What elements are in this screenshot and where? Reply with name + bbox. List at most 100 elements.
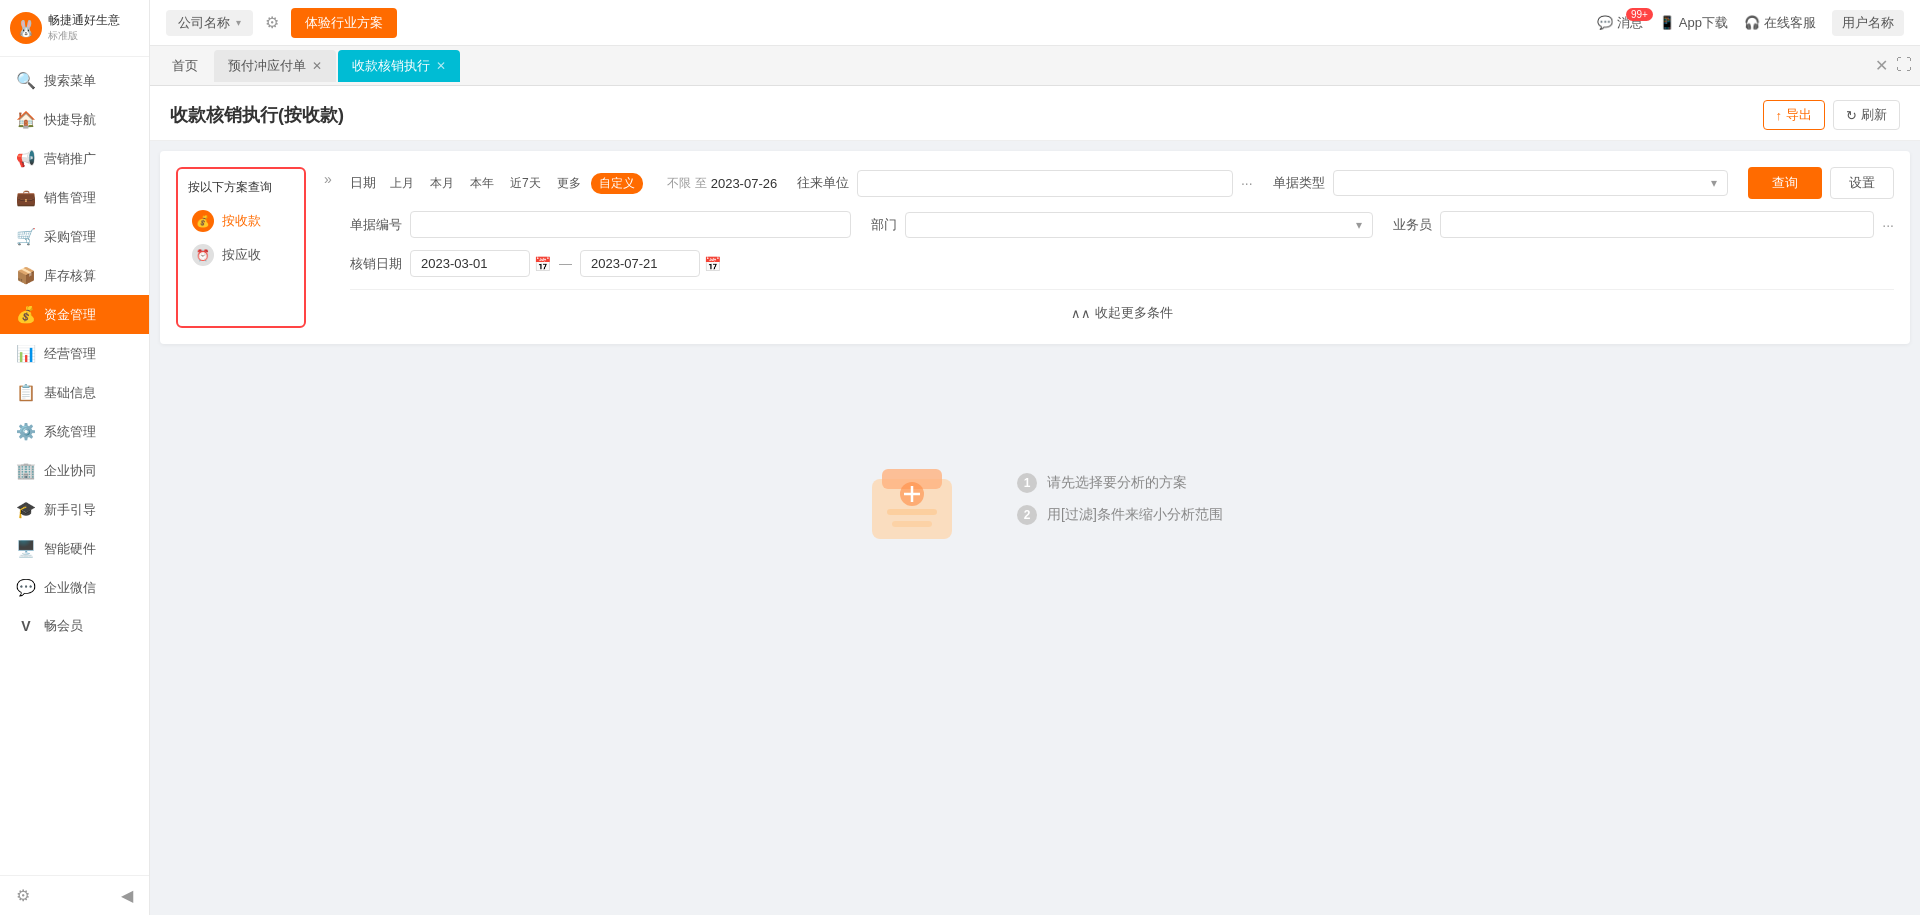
sidebar-item-sales[interactable]: 💼 销售管理 <box>0 178 149 217</box>
sidebar-item-marketing[interactable]: 📢 营销推广 <box>0 139 149 178</box>
sidebar-item-operation[interactable]: 📊 经营管理 <box>0 334 149 373</box>
logo-text-group: 畅捷通好生意 标准版 <box>48 13 120 43</box>
filter-panel: 按以下方案查询 💰 按收款 ⏰ 按应收 <box>176 167 306 328</box>
sidebar-item-wechat[interactable]: 💬 企业微信 <box>0 568 149 607</box>
date-nolimit-label: 不限 <box>667 175 691 192</box>
sidebar-item-basic[interactable]: 📋 基础信息 <box>0 373 149 412</box>
marketing-icon: 📢 <box>16 149 36 168</box>
sidebar-item-member[interactable]: V 畅会员 <box>0 607 149 645</box>
filter-form: 日期 上月 本月 本年 近7天 更多 自定义 不限 至 2023 <box>350 167 1894 328</box>
settings-bottom-icon[interactable]: ⚙ <box>16 886 30 905</box>
page-header: 收款核销执行(按收款) ↑ 导出 ↻ 刷新 <box>150 86 1920 141</box>
refresh-icon: ↻ <box>1846 108 1857 123</box>
tab-expand-icon[interactable]: ⛶ <box>1896 56 1912 75</box>
page-title: 收款核销执行(按收款) <box>170 103 344 127</box>
hardware-icon: 🖥️ <box>16 539 36 558</box>
sidebar-label-sales: 销售管理 <box>44 189 96 207</box>
sales-icon: 💼 <box>16 188 36 207</box>
export-label: 导出 <box>1786 106 1812 124</box>
svg-rect-6 <box>892 521 932 527</box>
collapse-filter-panel-btn[interactable]: » <box>318 167 338 328</box>
empty-step-1: 1 请先选择要分析的方案 <box>1017 473 1223 493</box>
filter-option-by-receipt[interactable]: 💰 按收款 <box>188 204 294 238</box>
topbar-right: 💬 消息 99+ 📱 App下载 🎧 在线客服 用户名称 <box>1597 10 1904 36</box>
online-service-btn[interactable]: 🎧 在线客服 <box>1744 14 1816 32</box>
tab-prepay[interactable]: 预付冲应付单 ✕ <box>214 50 336 82</box>
bill-type-label: 单据类型 <box>1273 174 1325 192</box>
chevron-down-icon: ▾ <box>236 17 241 28</box>
filter-option-by-receivable[interactable]: ⏰ 按应收 <box>188 238 294 272</box>
sidebar: 🐰 畅捷通好生意 标准版 🔍 搜索菜单 🏠 快捷导航 📢 营销推广 💼 销售管理… <box>0 0 150 915</box>
counterpart-label: 往来单位 <box>797 174 849 192</box>
query-actions: 查询 设置 <box>1748 167 1894 199</box>
sidebar-item-finance[interactable]: 💰 资金管理 <box>0 295 149 334</box>
sidebar-item-system[interactable]: ⚙️ 系统管理 <box>0 412 149 451</box>
date-custom-btn[interactable]: 自定义 <box>591 173 643 194</box>
company-selector[interactable]: 公司名称 ▾ <box>166 10 253 36</box>
writeoff-date-to-group: 📅 <box>580 250 721 277</box>
sidebar-item-hardware[interactable]: 🖥️ 智能硬件 <box>0 529 149 568</box>
sidebar-label-guide: 新手引导 <box>44 501 96 519</box>
sidebar-item-purchase[interactable]: 🛒 采购管理 <box>0 217 149 256</box>
chevron-up-icon: ∧∧ <box>1071 306 1091 321</box>
empty-text: 1 请先选择要分析的方案 2 用[过滤]条件来缩小分析范围 <box>1017 473 1223 525</box>
export-button[interactable]: ↑ 导出 <box>1763 100 1826 130</box>
bill-type-select[interactable]: ▾ <box>1333 170 1728 196</box>
tab-home[interactable]: 首页 <box>158 50 212 82</box>
receivable-icon: ⏰ <box>192 244 214 266</box>
chevron-down-bill-type: ▾ <box>1711 176 1717 190</box>
logo-badge: 标准版 <box>48 29 120 43</box>
date-more-btn[interactable]: 更多 <box>551 173 587 194</box>
sidebar-item-guide[interactable]: 🎓 新手引导 <box>0 490 149 529</box>
industry-btn[interactable]: 体验行业方案 <box>291 8 397 38</box>
counterpart-input[interactable] <box>857 170 1233 197</box>
collapse-more-btn[interactable]: ∧∧ 收起更多条件 <box>1071 298 1173 328</box>
date-to-value: 2023-07-26 <box>711 176 778 191</box>
setting-button[interactable]: 设置 <box>1830 167 1894 199</box>
user-menu[interactable]: 用户名称 <box>1832 10 1904 36</box>
tab-receipt-writeoff[interactable]: 收款核销执行 ✕ <box>338 50 460 82</box>
date-7days-btn[interactable]: 近7天 <box>504 173 547 194</box>
filter-area: 按以下方案查询 💰 按收款 ⏰ 按应收 » 日期 <box>160 151 1910 344</box>
empty-step-2: 2 用[过滤]条件来缩小分析范围 <box>1017 505 1223 525</box>
query-button[interactable]: 查询 <box>1748 167 1822 199</box>
export-icon: ↑ <box>1776 108 1783 123</box>
sidebar-item-search[interactable]: 🔍 搜索菜单 <box>0 61 149 100</box>
sidebar-item-enterprise[interactable]: 🏢 企业协同 <box>0 451 149 490</box>
tab-receipt-writeoff-close-icon[interactable]: ✕ <box>436 59 446 73</box>
refresh-button[interactable]: ↻ 刷新 <box>1833 100 1900 130</box>
app-download-btn[interactable]: 📱 App下载 <box>1659 14 1728 32</box>
staff-more-icon[interactable]: ··· <box>1882 217 1894 233</box>
date-range-dash: — <box>559 256 572 271</box>
dept-select[interactable]: ▾ <box>905 212 1372 238</box>
writeoff-date-from-input[interactable] <box>410 250 530 277</box>
page-content: 收款核销执行(按收款) ↑ 导出 ↻ 刷新 按以下方案查询 💰 按收款 <box>150 86 1920 915</box>
counterpart-more-icon[interactable]: ··· <box>1241 175 1253 191</box>
refresh-label: 刷新 <box>1861 106 1887 124</box>
bill-no-input[interactable] <box>410 211 851 238</box>
staff-label: 业务员 <box>1393 216 1432 234</box>
search-icon: 🔍 <box>16 71 36 90</box>
writeoff-date-to-input[interactable] <box>580 250 700 277</box>
empty-illustration <box>847 434 977 564</box>
wechat-icon: 💬 <box>16 578 36 597</box>
calendar-to-icon[interactable]: 📅 <box>704 256 721 272</box>
system-icon: ⚙️ <box>16 422 36 441</box>
collapse-sidebar-icon[interactable]: ◀ <box>121 886 133 905</box>
date-this-year-btn[interactable]: 本年 <box>464 173 500 194</box>
writeoff-date-label: 核销日期 <box>350 255 402 273</box>
tab-prepay-close-icon[interactable]: ✕ <box>312 59 322 73</box>
date-this-month-btn[interactable]: 本月 <box>424 173 460 194</box>
tab-close-all-icon[interactable]: ✕ <box>1875 56 1888 75</box>
sidebar-item-inventory[interactable]: 📦 库存核算 <box>0 256 149 295</box>
message-btn[interactable]: 💬 消息 99+ <box>1597 14 1643 32</box>
staff-input[interactable] <box>1440 211 1875 238</box>
staff-field: 业务员 ··· <box>1393 211 1894 238</box>
calendar-from-icon[interactable]: 📅 <box>534 256 551 272</box>
sidebar-label-system: 系统管理 <box>44 423 96 441</box>
gear-icon[interactable]: ⚙ <box>265 13 279 32</box>
guide-icon: 🎓 <box>16 500 36 519</box>
tab-prepay-label: 预付冲应付单 <box>228 57 306 75</box>
date-last-month-btn[interactable]: 上月 <box>384 173 420 194</box>
sidebar-item-quick-nav[interactable]: 🏠 快捷导航 <box>0 100 149 139</box>
